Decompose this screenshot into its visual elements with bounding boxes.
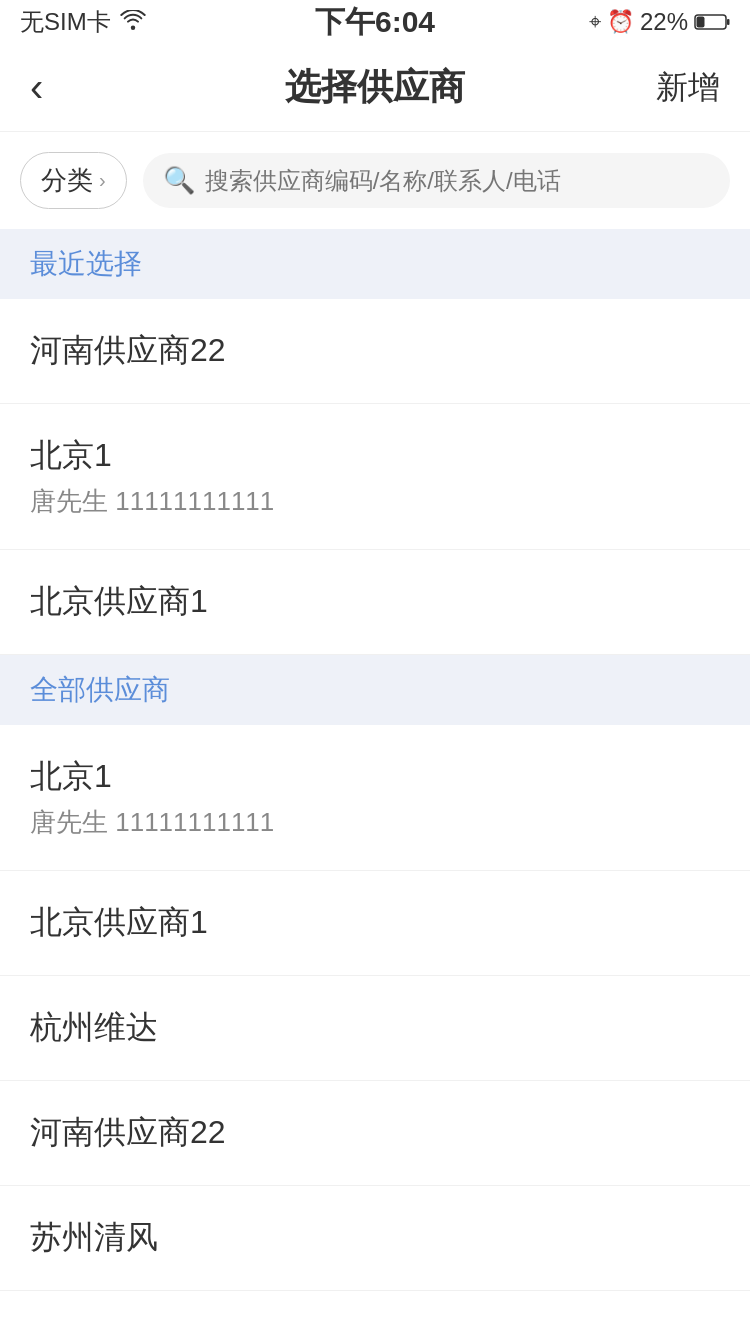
page-title: 选择供应商 xyxy=(110,63,640,112)
status-right: ⌖ ⏰ 22% xyxy=(589,8,730,36)
svg-rect-1 xyxy=(697,17,705,28)
status-bar: 无SIM卡 下午6:04 ⌖ ⏰ 22% xyxy=(0,0,750,44)
all-section-header: 全部供应商 xyxy=(0,655,750,725)
status-time: 下午6:04 xyxy=(315,2,435,43)
item-name: 苏州清风 xyxy=(30,1216,720,1260)
item-name: 河南供应商22 xyxy=(30,1111,720,1155)
item-name: 北京供应商1 xyxy=(30,580,720,624)
category-label: 分类 xyxy=(41,163,93,198)
item-name: 北京1 xyxy=(30,755,720,799)
search-input[interactable] xyxy=(205,167,710,195)
item-name: 河南供应商22 xyxy=(30,329,720,373)
svg-rect-2 xyxy=(727,19,730,25)
recent-list: 河南供应商22 北京1 唐先生 11111111111 北京供应商1 xyxy=(0,299,750,655)
search-icon: 🔍 xyxy=(163,165,195,196)
list-item[interactable]: 北京1 唐先生 11111111111 xyxy=(0,404,750,550)
location-icon: ⌖ xyxy=(589,9,601,35)
item-sub: 唐先生 11111111111 xyxy=(30,805,720,840)
alarm-icon: ⏰ xyxy=(607,9,634,35)
recent-section-header: 最近选择 xyxy=(0,229,750,299)
battery-text: 22% xyxy=(640,8,688,36)
all-list: 北京1 唐先生 11111111111 北京供应商1 杭州维达 河南供应商22 … xyxy=(0,725,750,1291)
list-item[interactable]: 北京供应商1 xyxy=(0,550,750,655)
item-name: 北京供应商1 xyxy=(30,901,720,945)
add-button[interactable]: 新增 xyxy=(640,66,720,110)
chevron-right-icon: › xyxy=(99,169,106,192)
filter-bar: 分类 › 🔍 xyxy=(0,132,750,229)
item-sub: 唐先生 11111111111 xyxy=(30,484,720,519)
list-item[interactable]: 北京1 唐先生 11111111111 xyxy=(0,725,750,871)
search-box: 🔍 xyxy=(143,153,730,208)
wifi-icon xyxy=(119,8,147,36)
status-left: 无SIM卡 xyxy=(20,6,147,38)
battery-icon xyxy=(694,13,730,31)
nav-bar: ‹ 选择供应商 新增 xyxy=(0,44,750,132)
list-item[interactable]: 河南供应商22 xyxy=(0,1081,750,1186)
category-button[interactable]: 分类 › xyxy=(20,152,127,209)
back-button[interactable]: ‹ xyxy=(30,65,110,110)
list-item[interactable]: 河南供应商22 xyxy=(0,299,750,404)
item-name: 杭州维达 xyxy=(30,1006,720,1050)
item-name: 北京1 xyxy=(30,434,720,478)
list-item[interactable]: 苏州清风 xyxy=(0,1186,750,1291)
carrier-text: 无SIM卡 xyxy=(20,6,111,38)
list-item[interactable]: 杭州维达 xyxy=(0,976,750,1081)
list-item[interactable]: 北京供应商1 xyxy=(0,871,750,976)
